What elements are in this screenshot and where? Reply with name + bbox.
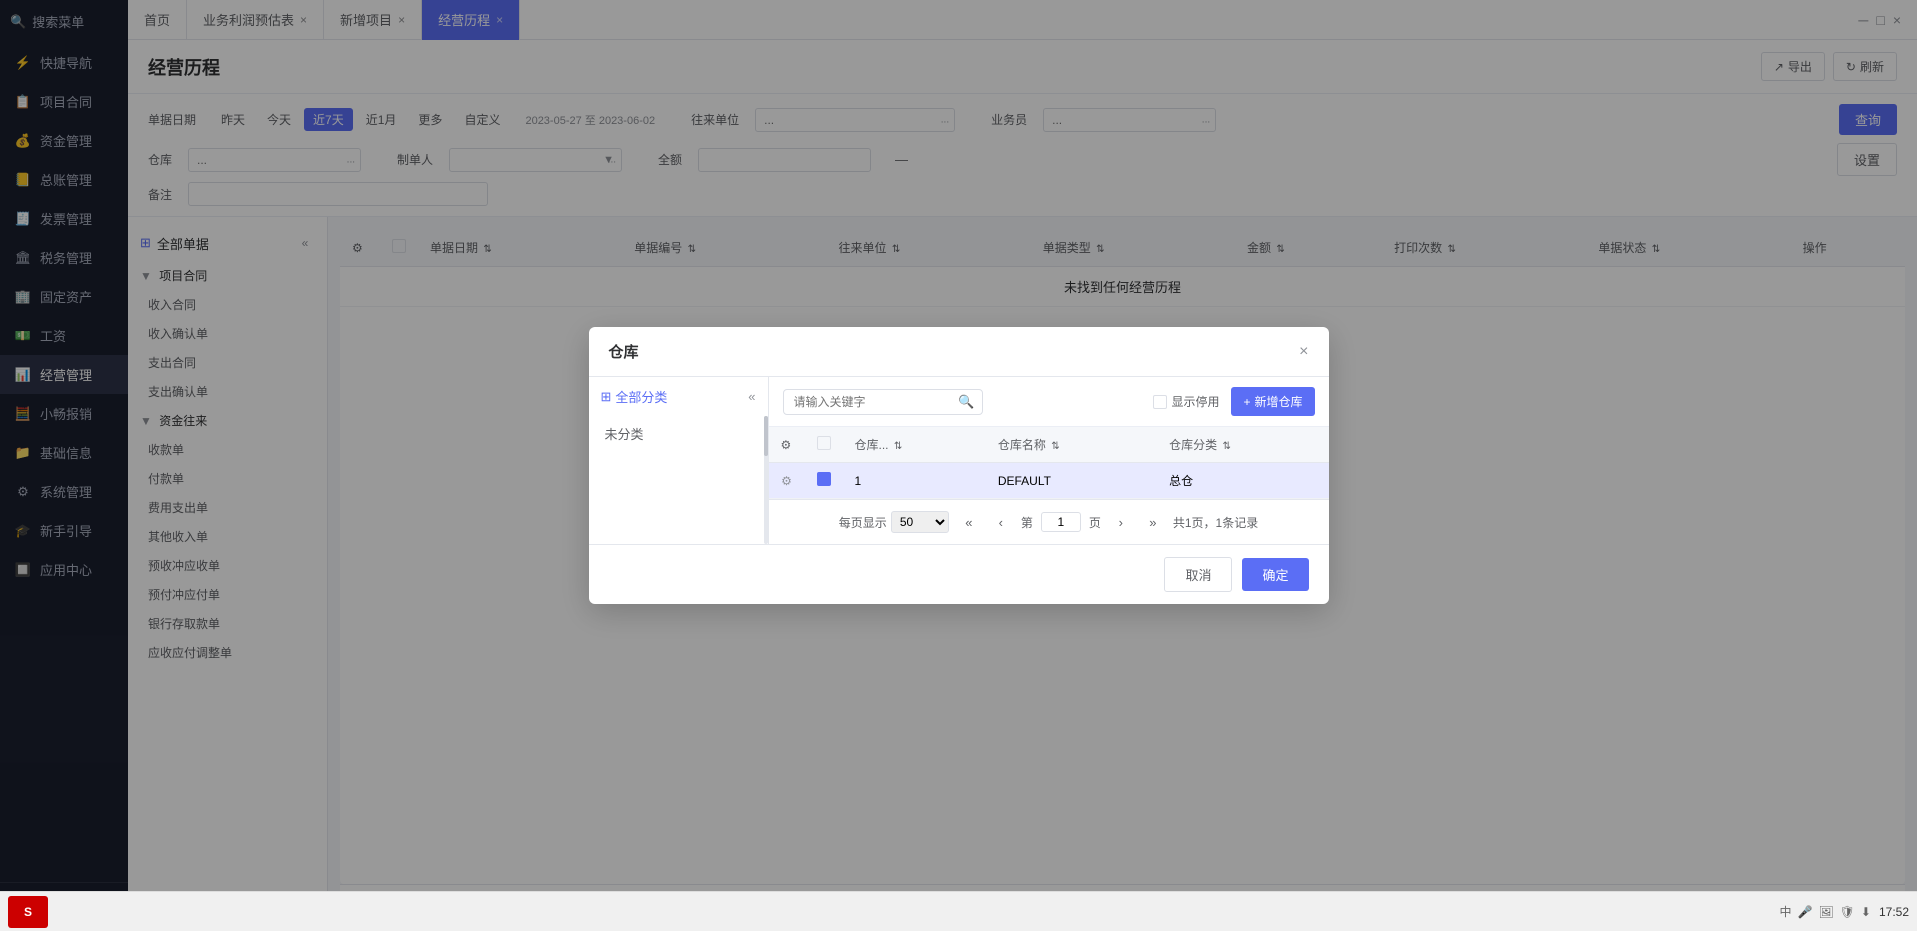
taskbar-icon-2[interactable]: 🎤: [1797, 905, 1812, 919]
modal-cancel-button[interactable]: 取消: [1164, 557, 1232, 592]
modal-title: 仓库: [609, 341, 639, 362]
modal-close-btn[interactable]: ×: [1299, 343, 1308, 361]
table-row[interactable]: ⚙ 1 DEFAULT 总仓: [769, 463, 1329, 499]
add-warehouse-button[interactable]: + 新增仓库: [1231, 387, 1314, 416]
taskbar-time: 17:52: [1879, 905, 1909, 919]
modal-col-code[interactable]: 仓库... ⇅: [843, 427, 986, 463]
modal-col-name[interactable]: 仓库名称 ⇅: [986, 427, 1157, 463]
modal-scrollbar[interactable]: [764, 416, 768, 544]
row-settings-cell: ⚙: [769, 463, 805, 499]
modal-toolbar: 🔍 显示停用 + 新增仓库: [769, 377, 1329, 427]
row-checkbox[interactable]: [817, 472, 831, 486]
modal-collapse-btn[interactable]: «: [748, 389, 755, 404]
modal-header: 仓库 ×: [589, 327, 1329, 377]
modal-page-prev[interactable]: ‹: [989, 510, 1013, 534]
modal-tree-item-uncategorized[interactable]: 未分类: [589, 416, 768, 451]
warehouse-modal: 仓库 × ⊞ 全部分类 « 未分类: [589, 327, 1329, 604]
sort-icon-name: ⇅: [1051, 441, 1059, 452]
modal-scrollbar-thumb: [764, 416, 768, 456]
modal-page-first[interactable]: «: [957, 510, 981, 534]
modal-table-wrap: ⚙ 仓库... ⇅ 仓库名称: [769, 427, 1329, 499]
modal-action-footer: 取消 确定: [589, 544, 1329, 604]
sort-icon-category: ⇅: [1223, 441, 1231, 452]
modal-search-icon[interactable]: 🔍: [958, 394, 974, 410]
taskbar-icon-5[interactable]: ⬇: [1861, 905, 1871, 919]
modal-search-wrap: 🔍: [783, 389, 983, 415]
grid-icon-modal: ⊞: [601, 389, 612, 405]
modal-per-page-wrap: 每页显示 50: [839, 511, 949, 533]
plus-icon: +: [1243, 395, 1250, 409]
taskbar-icon-1[interactable]: 中: [1779, 903, 1791, 920]
modal-toolbar-right: 显示停用 + 新增仓库: [1153, 387, 1314, 416]
modal-page-next[interactable]: ›: [1109, 510, 1133, 534]
show-disabled-checkbox[interactable]: [1153, 395, 1167, 409]
show-disabled-label[interactable]: 显示停用: [1153, 393, 1219, 410]
modal-search-input[interactable]: [783, 389, 983, 415]
modal-settings-icon: ⚙: [781, 438, 792, 452]
modal-overlay: 仓库 × ⊞ 全部分类 « 未分类: [0, 0, 1917, 931]
sort-icon-code: ⇅: [894, 441, 902, 452]
taskbar-left: S: [8, 896, 48, 928]
modal-left-header: ⊞ 全部分类 «: [589, 377, 768, 416]
taskbar-icons: 中 🎤 🖼 🛡 ⬇: [1779, 903, 1871, 920]
modal-per-page-select[interactable]: 50: [891, 511, 949, 533]
taskbar-icon-3[interactable]: 🖼: [1818, 905, 1833, 919]
modal-confirm-button[interactable]: 确定: [1242, 558, 1308, 591]
modal-col-settings[interactable]: ⚙: [769, 427, 805, 463]
modal-pagination: 每页显示 50 « ‹ 第 页 › » 共1页，1条记录: [769, 499, 1329, 544]
modal-left-panel: ⊞ 全部分类 « 未分类: [589, 377, 769, 544]
row-checkbox-cell[interactable]: [805, 463, 843, 499]
row-id-cell: 1: [843, 463, 986, 499]
modal-page-input[interactable]: [1041, 512, 1081, 532]
taskbar: S 中 🎤 🖼 🛡 ⬇ 17:52: [0, 891, 1917, 931]
taskbar-right: 中 🎤 🖼 🛡 ⬇ 17:52: [1779, 903, 1909, 920]
row-settings-icon[interactable]: ⚙: [781, 474, 792, 488]
modal-col-checkbox[interactable]: [805, 427, 843, 463]
modal-page-last[interactable]: »: [1141, 510, 1165, 534]
modal-right-panel: 🔍 显示停用 + 新增仓库: [769, 377, 1329, 544]
modal-left-scroll: 未分类: [589, 416, 768, 544]
modal-table: ⚙ 仓库... ⇅ 仓库名称: [769, 427, 1329, 499]
taskbar-icon-4[interactable]: 🛡: [1840, 905, 1855, 919]
modal-col-category[interactable]: 仓库分类 ⇅: [1157, 427, 1328, 463]
row-code-cell: 总仓: [1157, 463, 1328, 499]
row-name-cell: DEFAULT: [986, 463, 1157, 499]
modal-body: ⊞ 全部分类 « 未分类: [589, 377, 1329, 544]
taskbar-app-1[interactable]: S: [8, 896, 48, 928]
modal-select-all[interactable]: [817, 436, 831, 450]
